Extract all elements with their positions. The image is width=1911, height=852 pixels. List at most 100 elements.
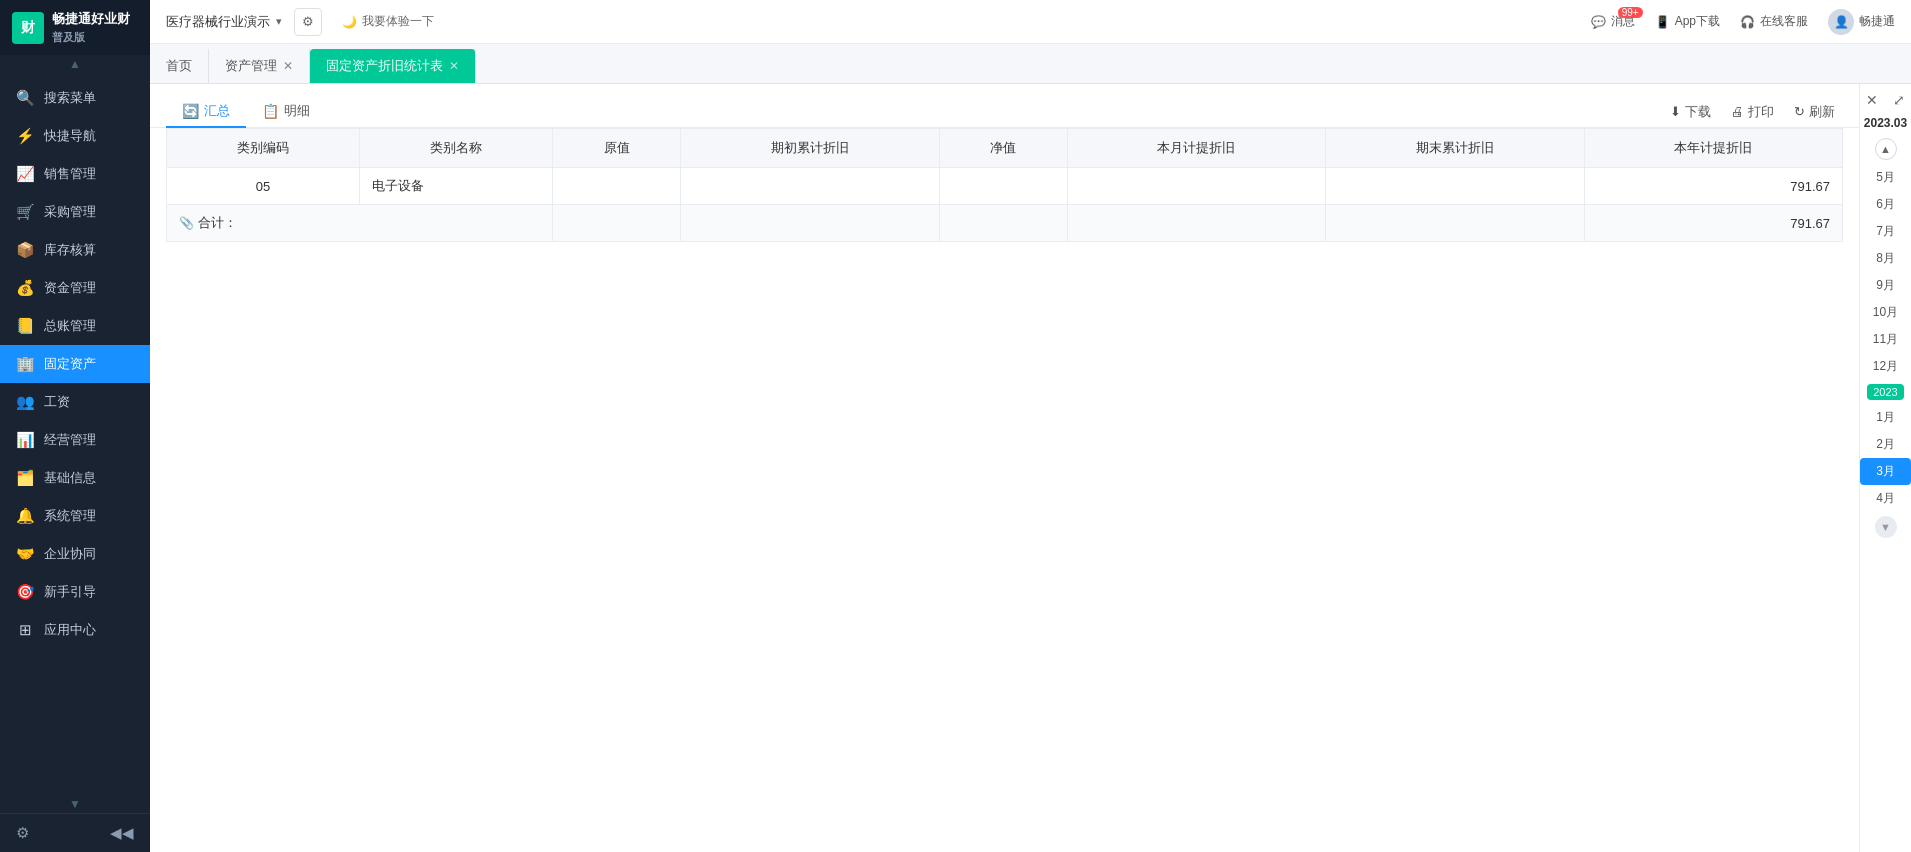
sidebar-item-label: 工资 (44, 393, 70, 411)
sidebar-item-label: 固定资产 (44, 355, 96, 373)
topbar: 医疗器械行业演示 ▾ ⚙ 🌙 我要体验一下 💬 消息 99+ 📱 App下载 🎧… (150, 0, 1911, 44)
app-download-label: App下载 (1675, 13, 1720, 30)
sidebar-item-label: 库存核算 (44, 241, 96, 259)
purchase-icon: 🛒 (16, 203, 34, 221)
app-subtitle: 普及版 (52, 30, 130, 45)
sidebar-item-system[interactable]: 🔔 系统管理 (0, 497, 150, 535)
settings-button[interactable]: ⚙ (294, 8, 322, 36)
printer-icon: 🖨 (1731, 104, 1744, 119)
tab-home[interactable]: 首页 (150, 49, 209, 83)
experience-button[interactable]: 🌙 我要体验一下 (342, 13, 434, 30)
right-panel-expand-icon[interactable]: ⤢ (1893, 92, 1905, 108)
sidebar-item-enterprise[interactable]: 🤝 企业协同 (0, 535, 150, 573)
tab-depreciation[interactable]: 固定资产折旧统计表 ✕ (310, 49, 476, 83)
app-logo: 财 畅捷通好业财 普及版 (0, 0, 150, 55)
sub-tab-summary[interactable]: 🔄 汇总 (166, 96, 246, 128)
user-name: 畅捷通 (1859, 13, 1895, 30)
sidebar-item-basic-info[interactable]: 🗂️ 基础信息 (0, 459, 150, 497)
col-header-name: 类别名称 (360, 129, 553, 168)
sidebar-item-purchase[interactable]: 🛒 采购管理 (0, 193, 150, 231)
table-wrapper: 类别编码 类别名称 原值 期初累计折旧 净值 本月计提折旧 期末累计折旧 本年计… (150, 128, 1859, 852)
sidebar-item-operations[interactable]: 📊 经营管理 (0, 421, 150, 459)
sidebar-item-label: 新手引导 (44, 583, 96, 601)
tab-asset-mgmt-label: 资产管理 (225, 57, 277, 75)
sidebar-item-label: 经营管理 (44, 431, 96, 449)
panel-month-12[interactable]: 12月 (1860, 353, 1911, 380)
sidebar-item-apps[interactable]: ⊞ 应用中心 (0, 611, 150, 649)
sidebar-item-funds[interactable]: 💰 资金管理 (0, 269, 150, 307)
col-header-accumulated: 期初累计折旧 (681, 129, 939, 168)
sidebar: 财 畅捷通好业财 普及版 ▲ 🔍 搜索菜单 ⚡ 快捷导航 📈 销售管理 🛒 采购… (0, 0, 150, 852)
cell-period-end (1326, 168, 1584, 205)
col-header-original: 原值 (553, 129, 681, 168)
cell-original (553, 168, 681, 205)
cell-accumulated (681, 168, 939, 205)
tab-asset-mgmt-close[interactable]: ✕ (283, 59, 293, 73)
tab-depreciation-label: 固定资产折旧统计表 (326, 57, 443, 75)
sidebar-item-search[interactable]: 🔍 搜索菜单 (0, 79, 150, 117)
panel-month-10[interactable]: 10月 (1860, 299, 1911, 326)
customer-service-button[interactable]: 🎧 在线客服 (1740, 13, 1808, 30)
panel-month-3[interactable]: 3月 (1860, 458, 1911, 485)
panel-month-8[interactable]: 8月 (1860, 245, 1911, 272)
download-button[interactable]: ⬇ 下载 (1662, 99, 1719, 125)
panel-scroll-down[interactable]: ▼ (1875, 516, 1897, 538)
sidebar-item-inventory[interactable]: 📦 库存核算 (0, 231, 150, 269)
download-label: 下载 (1685, 103, 1711, 121)
right-panel-close-icon[interactable]: ✕ (1866, 92, 1878, 108)
content-area: 🔄 汇总 📋 明细 ⬇ 下载 🖨 打印 (150, 84, 1911, 852)
year-tag-2023[interactable]: 2023 (1867, 384, 1903, 400)
notifications-badge: 99+ (1618, 7, 1643, 18)
panel-year-label: 2023.03 (1864, 112, 1907, 134)
sidebar-item-quick-nav[interactable]: ⚡ 快捷导航 (0, 117, 150, 155)
panel-scroll-up[interactable]: ▲ (1875, 138, 1897, 160)
sidebar-item-payroll[interactable]: 👥 工资 (0, 383, 150, 421)
refresh-icon: ↻ (1794, 104, 1805, 119)
sub-tab-detail[interactable]: 📋 明细 (246, 96, 326, 128)
tab-depreciation-close[interactable]: ✕ (449, 59, 459, 73)
enterprise-icon: 🤝 (16, 545, 34, 563)
sub-tab-summary-label: 汇总 (204, 102, 230, 120)
summary-monthly (1067, 205, 1325, 242)
panel-month-7[interactable]: 7月 (1860, 218, 1911, 245)
cell-net (939, 168, 1067, 205)
panel-month-1[interactable]: 1月 (1860, 404, 1911, 431)
sidebar-nav: 🔍 搜索菜单 ⚡ 快捷导航 📈 销售管理 🛒 采购管理 📦 库存核算 💰 资金管… (0, 73, 150, 795)
company-selector[interactable]: 医疗器械行业演示 ▾ (166, 13, 282, 31)
panel-month-5[interactable]: 5月 (1860, 164, 1911, 191)
summary-row: 📎合计： 791.67 (167, 205, 1843, 242)
company-name: 医疗器械行业演示 (166, 13, 270, 31)
sub-tabs: 🔄 汇总 📋 明细 (150, 96, 342, 127)
print-button[interactable]: 🖨 打印 (1723, 99, 1782, 125)
summary-net (939, 205, 1067, 242)
sidebar-item-ledger[interactable]: 📒 总账管理 (0, 307, 150, 345)
app-download-button[interactable]: 📱 App下载 (1655, 13, 1720, 30)
sidebar-item-label: 应用中心 (44, 621, 96, 639)
sidebar-item-guide[interactable]: 🎯 新手引导 (0, 573, 150, 611)
panel-month-4[interactable]: 4月 (1860, 485, 1911, 512)
user-menu[interactable]: 👤 畅捷通 (1828, 9, 1895, 35)
sidebar-item-sales[interactable]: 📈 销售管理 (0, 155, 150, 193)
fixed-assets-icon: 🏢 (16, 355, 34, 373)
panel-month-9[interactable]: 9月 (1860, 272, 1911, 299)
settings-icon[interactable]: ⚙ (16, 824, 29, 842)
panel-month-6[interactable]: 6月 (1860, 191, 1911, 218)
guide-icon: 🎯 (16, 583, 34, 601)
notification-icon: 💬 (1591, 15, 1606, 29)
sidebar-item-fixed-assets[interactable]: 🏢 固定资产 (0, 345, 150, 383)
right-panel: ✕ ⤢ 2023.03 ▲ 5月 6月 7月 8月 9月 10月 11月 12月… (1859, 84, 1911, 852)
sales-icon: 📈 (16, 165, 34, 183)
tab-asset-mgmt[interactable]: 资产管理 ✕ (209, 49, 310, 83)
notifications-button[interactable]: 💬 消息 99+ (1591, 13, 1635, 30)
col-header-yearly: 本年计提折旧 (1584, 129, 1842, 168)
cell-code: 05 (167, 168, 360, 205)
collapse-icon[interactable]: ◀◀ (110, 824, 134, 842)
sidebar-item-label: 系统管理 (44, 507, 96, 525)
panel-month-2[interactable]: 2月 (1860, 431, 1911, 458)
table-row: 05 电子设备 791.67 (167, 168, 1843, 205)
refresh-button[interactable]: ↻ 刷新 (1786, 99, 1843, 125)
detail-icon: 📋 (262, 103, 279, 119)
panel-month-11[interactable]: 11月 (1860, 326, 1911, 353)
system-icon: 🔔 (16, 507, 34, 525)
print-label: 打印 (1748, 103, 1774, 121)
